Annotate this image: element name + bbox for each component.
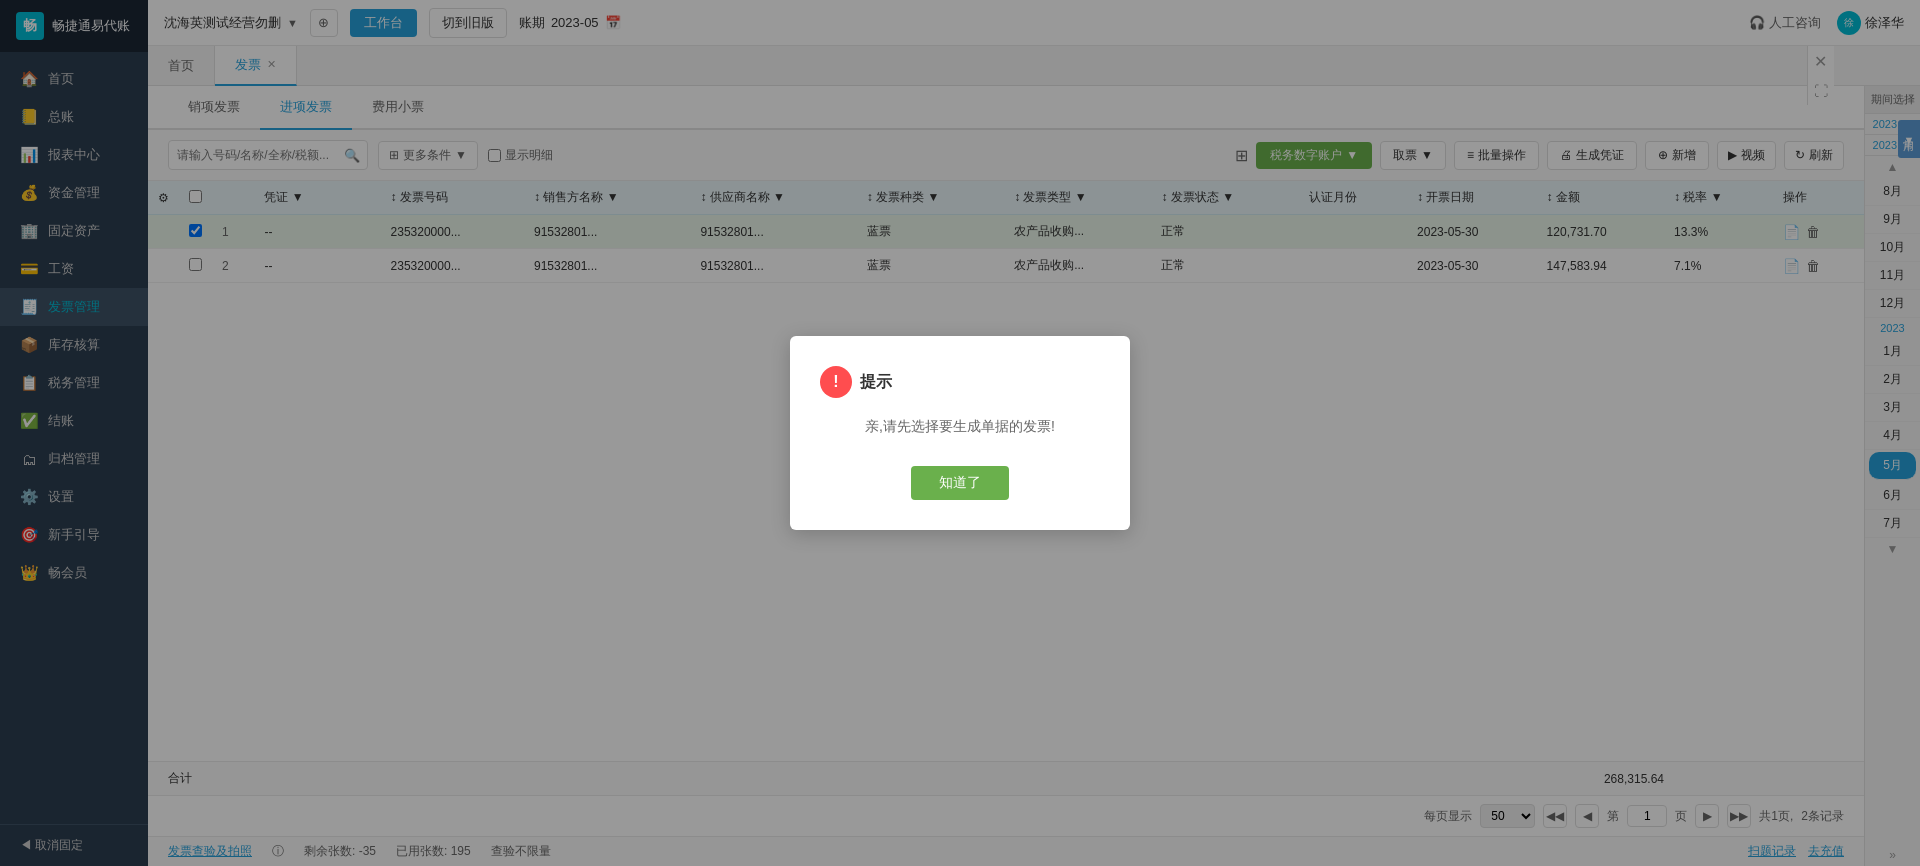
modal-title: 提示 [860,372,892,393]
modal-overlay: ! 提示 亲,请先选择要生成单据的发票! 知道了 [0,0,1920,866]
modal-title-row: ! 提示 [820,366,1100,398]
modal-confirm-button[interactable]: 知道了 [911,466,1009,500]
modal-dialog: ! 提示 亲,请先选择要生成单据的发票! 知道了 [790,336,1130,530]
modal-message: 亲,请先选择要生成单据的发票! [820,418,1100,436]
modal-warning-icon: ! [820,366,852,398]
